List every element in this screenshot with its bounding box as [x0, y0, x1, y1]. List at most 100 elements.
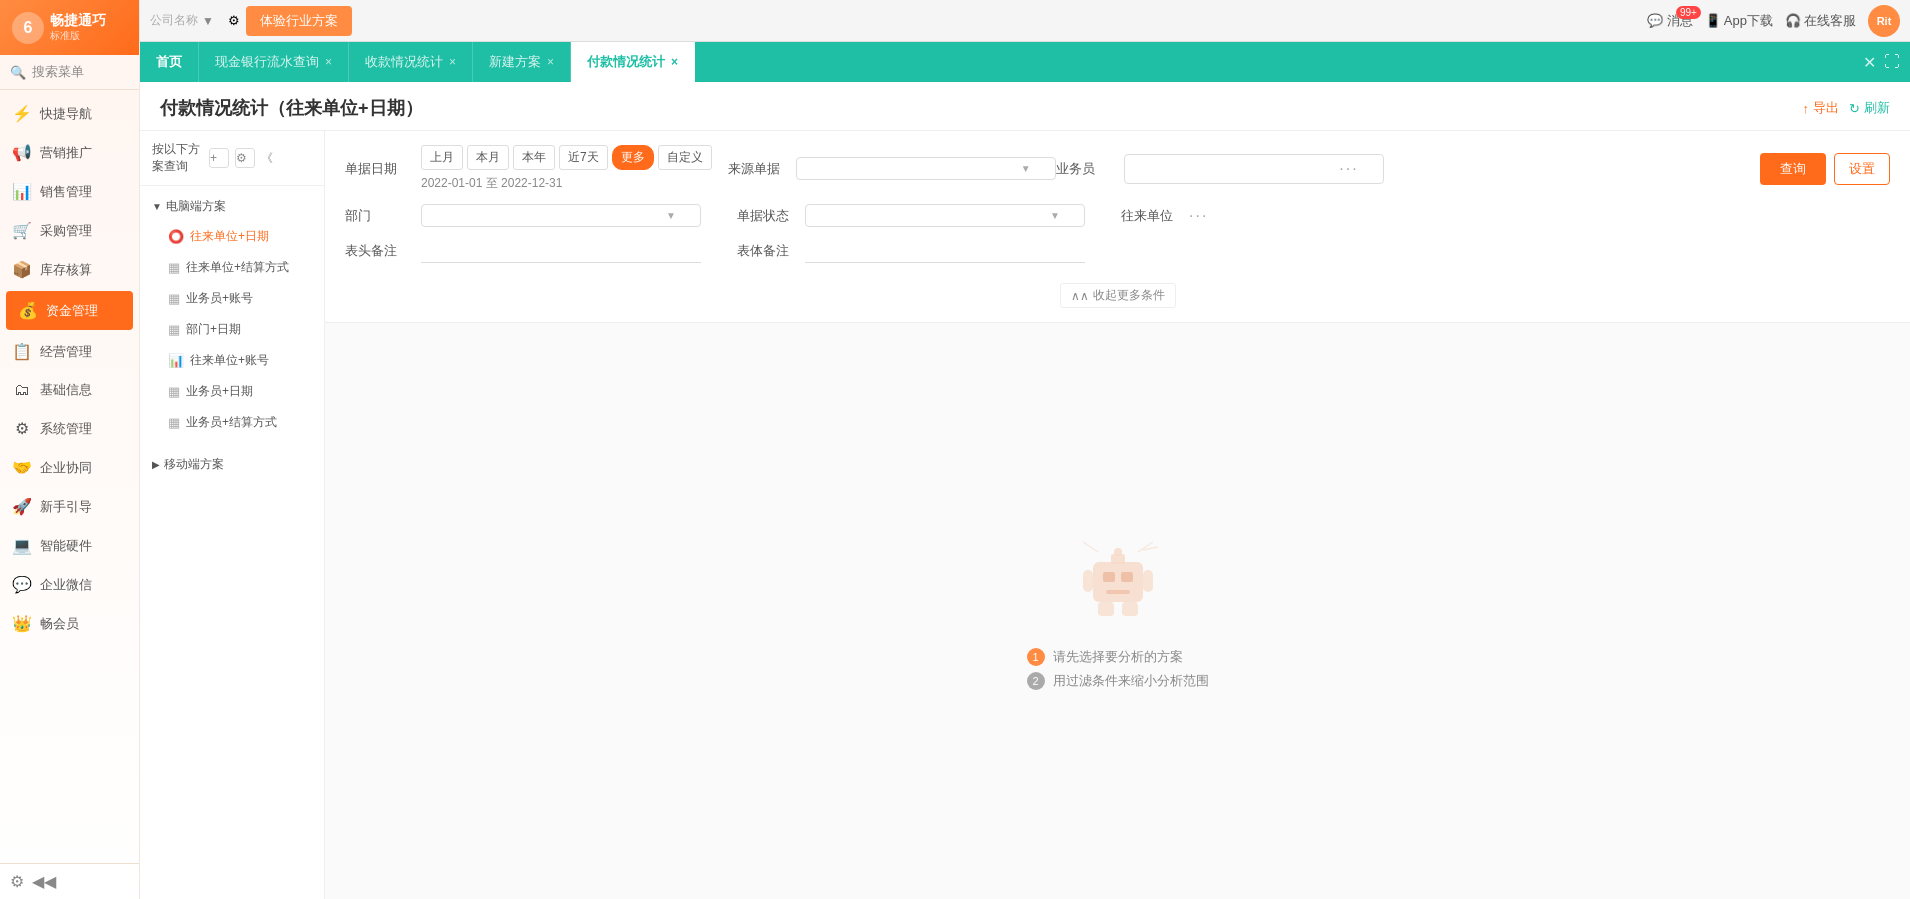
- content-area: 付款情况统计（往来单位+日期） ↑ 导出 ↻ 刷新 按以下方案查询 +: [140, 82, 1910, 899]
- svg-rect-8: [1098, 602, 1114, 616]
- sidebar-item-system[interactable]: ⚙ 系统管理: [0, 409, 139, 448]
- svg-line-12: [1083, 542, 1098, 552]
- online-service-btn[interactable]: 🎧 在线客服: [1785, 12, 1856, 30]
- date-btn-this-year[interactable]: 本年: [513, 145, 555, 170]
- filter-content: 单据日期 上月 本月 本年 近7天 更多 自定义 2022-01-01 至 20…: [325, 131, 1910, 899]
- staff-select[interactable]: ···: [1124, 154, 1384, 184]
- filter-settings-btn[interactable]: 设置: [1834, 153, 1890, 185]
- tab-cash-flow[interactable]: 现金银行流水查询 ×: [199, 42, 349, 82]
- tab-payment-stats[interactable]: 付款情况统计 ×: [571, 42, 695, 82]
- operations-icon: 📋: [12, 342, 32, 361]
- tab-home[interactable]: 首页: [140, 42, 199, 82]
- date-btn-last-7[interactable]: 近7天: [559, 145, 608, 170]
- tab-new-scheme[interactable]: 新建方案 ×: [473, 42, 571, 82]
- app-download-btn[interactable]: 📱 App下载: [1705, 12, 1773, 30]
- sidebar-item-guide[interactable]: 🚀 新手引导: [0, 487, 139, 526]
- svg-line-10: [1138, 542, 1153, 552]
- tab-close-new-scheme[interactable]: ×: [547, 55, 554, 69]
- tabbar-controls: ✕ ⛶: [1853, 42, 1910, 82]
- topbar-settings-btn[interactable]: ⚙: [228, 13, 240, 28]
- table-icon-5: ▦: [168, 415, 180, 430]
- active-scheme-icon: ⭕: [168, 229, 184, 244]
- sidebar-settings-btn[interactable]: ⚙: [10, 872, 24, 891]
- svg-rect-6: [1083, 570, 1093, 592]
- body-note-label: 表体备注: [737, 242, 797, 260]
- table-icon-3: ▦: [168, 322, 180, 337]
- sidebar-search[interactable]: 🔍 搜索菜单: [0, 55, 139, 90]
- partner-ellipsis[interactable]: ···: [1189, 207, 1208, 225]
- sidebar-item-vip[interactable]: 👑 畅会员: [0, 604, 139, 643]
- vip-icon: 👑: [12, 614, 32, 633]
- logo-icon: 6: [12, 12, 44, 44]
- date-btn-last-month[interactable]: 上月: [421, 145, 463, 170]
- close-all-btn[interactable]: ✕: [1863, 53, 1876, 72]
- scheme-item-staff-date[interactable]: ▦ 业务员+日期: [140, 376, 324, 407]
- query-btn[interactable]: 查询: [1760, 153, 1826, 185]
- staff-group: 业务员 ···: [1056, 154, 1384, 184]
- scheme-item-dept-date[interactable]: ▦ 部门+日期: [140, 314, 324, 345]
- sidebar-logo: 6 畅捷通巧 标准版: [0, 0, 139, 55]
- scheme-item-staff-account[interactable]: ▦ 业务员+账号: [140, 283, 324, 314]
- body-note-input[interactable]: [805, 239, 1085, 263]
- scheme-collapse-btn[interactable]: 《: [261, 150, 312, 167]
- status-select[interactable]: ▼: [805, 204, 1085, 227]
- sidebar-item-enterprise[interactable]: 🤝 企业协同: [0, 448, 139, 487]
- scheme-settings-btn[interactable]: ⚙: [235, 148, 255, 168]
- sidebar-item-quick-nav[interactable]: ⚡ 快捷导航: [0, 94, 139, 133]
- tab-receipt-stats[interactable]: 收款情况统计 ×: [349, 42, 473, 82]
- staff-ellipsis[interactable]: ···: [1339, 160, 1358, 178]
- user-avatar[interactable]: Rit: [1868, 5, 1900, 37]
- trial-btn[interactable]: 体验行业方案: [246, 6, 352, 36]
- header-note-input[interactable]: [421, 239, 701, 263]
- date-btns: 上月 本月 本年 近7天 更多 自定义: [421, 145, 712, 170]
- table-icon-4: ▦: [168, 384, 180, 399]
- sidebar-item-purchase[interactable]: 🛒 采购管理: [0, 211, 139, 250]
- chevron-right-icon: ▶: [152, 459, 160, 470]
- scheme-group-desktop-title[interactable]: ▼ 电脑端方案: [140, 192, 324, 221]
- dept-dropdown-icon: ▼: [666, 210, 676, 221]
- tab-close-receipt-stats[interactable]: ×: [449, 55, 456, 69]
- inventory-icon: 📦: [12, 260, 32, 279]
- step-num-1: 1: [1027, 648, 1045, 666]
- main-content: 公司名称 ▼ ⚙ 体验行业方案 💬 消息 99+ 📱 App下载 🎧 在线客服 …: [140, 0, 1910, 899]
- filter-actions: 查询 设置: [1760, 153, 1890, 185]
- sidebar-item-basic[interactable]: 🗂 基础信息: [0, 371, 139, 409]
- sidebar-item-hardware[interactable]: 💻 智能硬件: [0, 526, 139, 565]
- source-select[interactable]: ▼: [796, 157, 1056, 180]
- date-btn-custom[interactable]: 自定义: [658, 145, 712, 170]
- staff-label: 业务员: [1056, 160, 1116, 178]
- scheme-item-staff-payment[interactable]: ▦ 业务员+结算方式: [140, 407, 324, 438]
- svg-rect-2: [1121, 572, 1133, 582]
- sidebar-collapse-btn[interactable]: ◀◀: [32, 872, 56, 891]
- main-panel: 按以下方案查询 + ⚙ 《 ▼ 电脑端方案 ⭕: [140, 131, 1910, 899]
- refresh-btn[interactable]: ↻ 刷新: [1849, 99, 1890, 117]
- sidebar-item-wechat[interactable]: 💬 企业微信: [0, 565, 139, 604]
- dept-select[interactable]: ▼: [421, 204, 701, 227]
- page-title: 付款情况统计（往来单位+日期）: [160, 96, 423, 120]
- sidebar-item-operations[interactable]: 📋 经营管理: [0, 332, 139, 371]
- mobile-icon: 📱: [1705, 13, 1721, 28]
- scheme-item-partner-account[interactable]: 📊 往来单位+账号: [140, 345, 324, 376]
- sidebar-item-capital[interactable]: 💰 资金管理: [6, 291, 133, 330]
- notifications-btn[interactable]: 💬 消息 99+: [1647, 12, 1693, 30]
- sidebar-item-inventory[interactable]: 📦 库存核算: [0, 250, 139, 289]
- sidebar-item-sales[interactable]: 📊 销售管理: [0, 172, 139, 211]
- scheme-group-mobile-title[interactable]: ▶ 移动端方案: [140, 450, 324, 479]
- sidebar-item-marketing[interactable]: 📢 营销推广: [0, 133, 139, 172]
- sidebar-nav: ⚡ 快捷导航 📢 营销推广 📊 销售管理 🛒 采购管理 📦 库存核算 💰 资金管…: [0, 90, 139, 863]
- date-btn-more[interactable]: 更多: [612, 145, 654, 170]
- collapse-conditions-btn[interactable]: ∧∧ 收起更多条件: [1060, 283, 1176, 308]
- scheme-group-mobile: ▶ 移动端方案: [140, 444, 324, 485]
- tab-close-cash-flow[interactable]: ×: [325, 55, 332, 69]
- scheme-item-partner-payment[interactable]: ▦ 往来单位+结算方式: [140, 252, 324, 283]
- svg-rect-9: [1122, 602, 1138, 616]
- date-btn-this-month[interactable]: 本月: [467, 145, 509, 170]
- maximize-btn[interactable]: ⛶: [1884, 53, 1900, 71]
- scheme-add-btn[interactable]: +: [209, 148, 229, 168]
- tab-close-payment-stats[interactable]: ×: [671, 55, 678, 69]
- date-filter-group: 上月 本月 本年 近7天 更多 自定义 2022-01-01 至 2022-12…: [421, 145, 712, 192]
- export-btn[interactable]: ↑ 导出: [1803, 99, 1840, 117]
- filter-row-1: 单据日期 上月 本月 本年 近7天 更多 自定义 2022-01-01 至 20…: [345, 145, 1890, 192]
- hardware-icon: 💻: [12, 536, 32, 555]
- scheme-item-partner-date[interactable]: ⭕ 往来单位+日期: [140, 221, 324, 252]
